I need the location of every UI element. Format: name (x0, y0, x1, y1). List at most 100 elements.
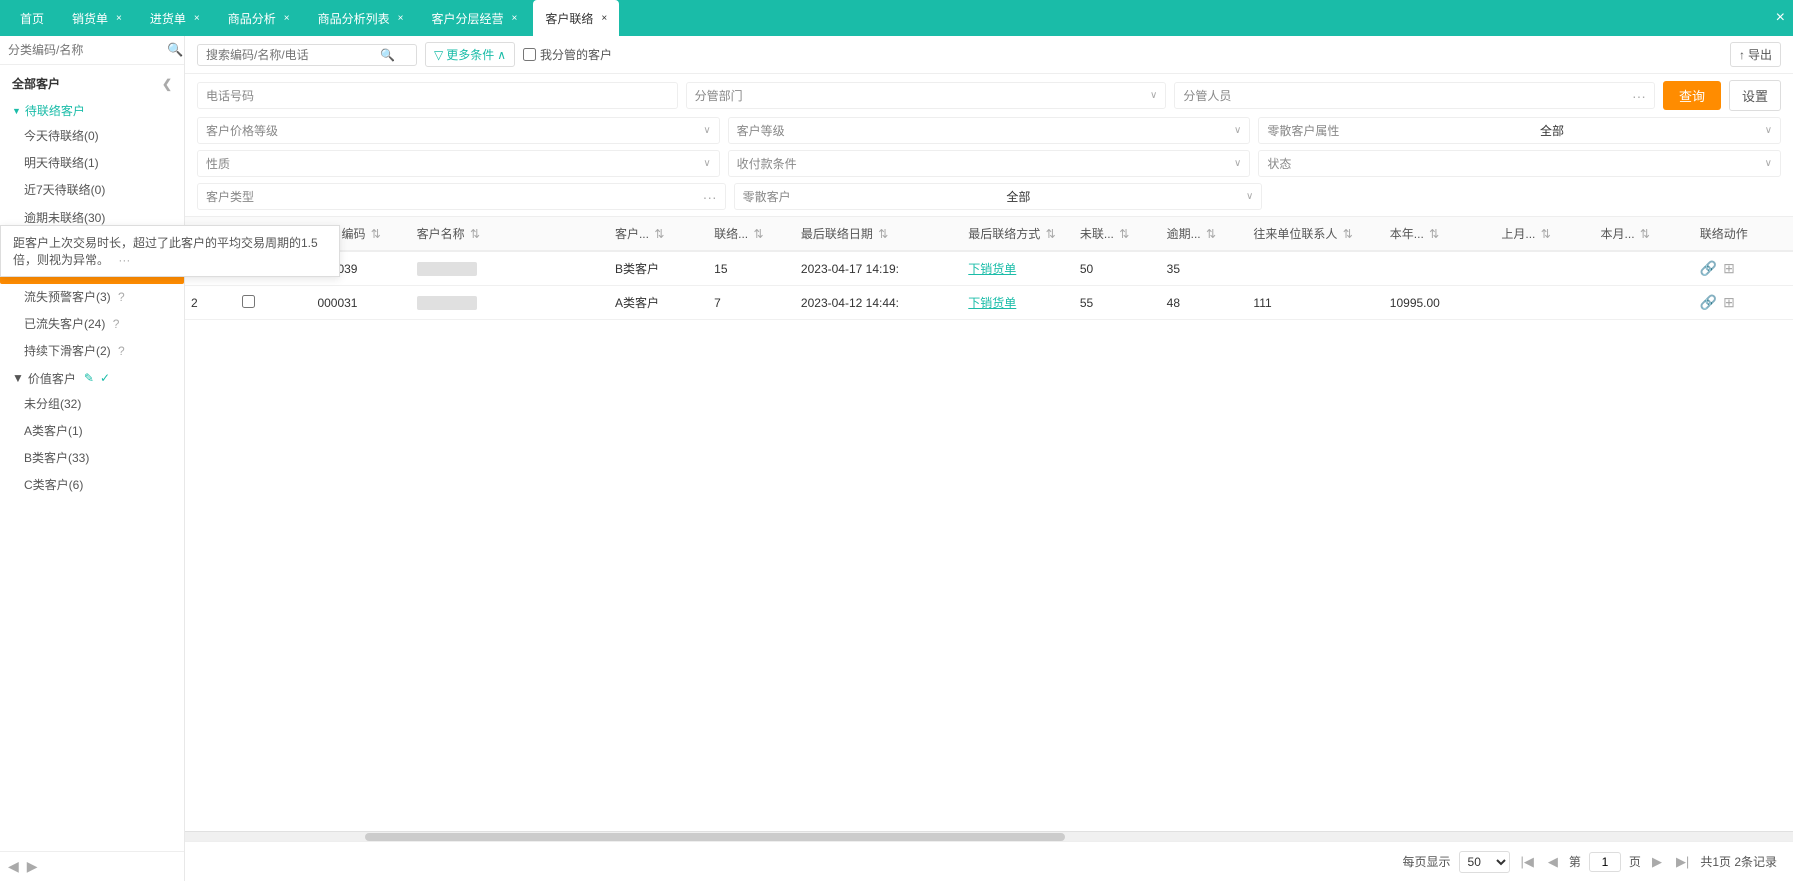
sidebar-search-icon[interactable]: 🔍 (167, 42, 183, 58)
sidebar-item-today[interactable]: 今天待联络(0) (0, 123, 184, 150)
row1-name (411, 251, 609, 286)
my-customers-checkbox[interactable] (523, 48, 536, 61)
h-scroll-bar[interactable] (185, 831, 1793, 841)
row1-link-icon[interactable]: 🔗 (1700, 260, 1717, 277)
my-customers-wrap[interactable]: 我分管的客户 (523, 46, 612, 63)
close-customer-contact-tab[interactable]: × (601, 13, 607, 24)
row1-overdue: 35 (1161, 251, 1248, 286)
row2-last-date: 2023-04-12 14:44: (795, 286, 962, 320)
row2-last-method[interactable]: 下销货单 (962, 286, 1074, 320)
query-btn[interactable]: 查询 (1663, 81, 1721, 110)
th-type[interactable]: 客户... ⇅ (609, 217, 708, 251)
th-this-year[interactable]: 本年... ⇅ (1384, 217, 1496, 251)
close-all-button[interactable]: × (1776, 9, 1785, 27)
row1-last-month (1495, 251, 1594, 286)
row1-contact: 15 (708, 251, 795, 286)
th-unlink[interactable]: 未联... ⇅ (1074, 217, 1161, 251)
search-icon-btn[interactable]: 🔍 (380, 48, 395, 62)
filter-phone[interactable]: 电话号码 (197, 82, 678, 109)
sidebar-item-declining[interactable]: 持续下滑客户(2) ? (0, 338, 184, 365)
sidebar-item-b-class[interactable]: B类客户(33) (0, 445, 184, 472)
edit-icon[interactable]: ✎ (84, 371, 94, 385)
more-conditions-btn[interactable]: ▽ 更多条件 ∧ (425, 42, 515, 67)
sidebar-item-a-class[interactable]: A类客户(1) (0, 418, 184, 445)
sidebar-all-customers[interactable]: 全部客户 ❮ (0, 69, 184, 98)
expand-icon3: ▼ (12, 371, 24, 385)
sidebar-item-ungroup[interactable]: 未分组(32) (0, 391, 184, 418)
sidebar-item-c-class[interactable]: C类客户(6) (0, 472, 184, 499)
th-this-month[interactable]: 本月... ⇅ (1595, 217, 1694, 251)
th-contact[interactable]: 联络... ⇅ (708, 217, 795, 251)
question-icon3: ? (118, 290, 125, 304)
th-last-method[interactable]: 最后联络方式 ⇅ (962, 217, 1074, 251)
row1-grid-icon[interactable]: ⊞ (1723, 260, 1735, 277)
search-input[interactable] (206, 48, 376, 62)
filter-gender[interactable]: 性质 ∨ (197, 150, 720, 177)
filter-customer-type[interactable]: 客户类型 ··· (197, 183, 726, 210)
sidebar-item-7days[interactable]: 近7天待联络(0) (0, 177, 184, 204)
sidebar-left-arrow[interactable]: ◀ (8, 858, 19, 875)
th-partner[interactable]: 往来单位联系人 ⇅ (1247, 217, 1383, 251)
page-input[interactable] (1589, 852, 1621, 872)
per-page-label: 每页显示 (1403, 853, 1451, 870)
last-page-btn[interactable]: ▶| (1673, 854, 1692, 870)
customer-table: ⚙ 客户编码 ⇅ 客户名称 ⇅ 客户... ⇅ (185, 217, 1793, 320)
filter-person[interactable]: 分管人员 ··· (1174, 82, 1655, 109)
export-btn[interactable]: ↑ 导出 (1730, 42, 1781, 67)
filter-retail-attr[interactable]: 零散客户属性 全部 ∨ (1258, 117, 1781, 144)
th-overdue[interactable]: 逾期... ⇅ (1161, 217, 1248, 251)
row2-contact: 7 (708, 286, 795, 320)
nav-tab-customer-contact[interactable]: 客户联络 × (533, 0, 619, 36)
sidebar-item-tomorrow[interactable]: 明天待联络(1) (0, 150, 184, 177)
filter-price-grade[interactable]: 客户价格等级 ∨ (197, 117, 720, 144)
filter-status[interactable]: 状态 ∨ (1258, 150, 1781, 177)
row2-this-month (1595, 286, 1694, 320)
customer-grade-arrow: ∨ (1234, 125, 1241, 136)
nav-tab-sales[interactable]: 销货单 × (60, 0, 134, 36)
th-name[interactable]: 客户名称 ⇅ (411, 217, 609, 251)
sort-name: ⇅ (470, 227, 480, 241)
page-size-select[interactable]: 50 100 200 (1459, 851, 1510, 873)
close-goods-analysis-tab[interactable]: × (284, 13, 290, 24)
row2-grid-icon[interactable]: ⊞ (1723, 294, 1735, 311)
main-layout: 🔍 全部客户 ❮ ▼ 待联络客户 今天待联络(0) 明天待联络(1) 近7天待联… (0, 36, 1793, 881)
close-customer-layer-tab[interactable]: × (511, 13, 517, 24)
sidebar-item-lost[interactable]: 已流失客户(24) ? (0, 311, 184, 338)
check-icon[interactable]: ✓ (100, 371, 110, 385)
row1-last-method[interactable]: 下销货单 (962, 251, 1074, 286)
row2-name (411, 286, 609, 320)
sidebar-section-pending[interactable]: ▼ 待联络客户 (0, 98, 184, 123)
sidebar-item-loss-warning[interactable]: 流失预警客户(3) ? (0, 284, 184, 311)
filter-payment[interactable]: 收付款条件 ∨ (728, 150, 1251, 177)
sidebar-search-input[interactable] (8, 43, 163, 57)
th-last-month[interactable]: 上月... ⇅ (1495, 217, 1594, 251)
close-goods-list-tab[interactable]: × (398, 13, 404, 24)
nav-tab-goods-analysis[interactable]: 商品分析 × (216, 0, 302, 36)
person-dots: ··· (1632, 88, 1646, 104)
th-last-date[interactable]: 最后联络日期 ⇅ (795, 217, 962, 251)
filter-dept[interactable]: 分管部门 ∨ (686, 82, 1167, 109)
nav-tab-goods-analysis-list[interactable]: 商品分析列表 × (306, 0, 416, 36)
h-scroll-thumb[interactable] (365, 833, 1065, 841)
close-purchase-tab[interactable]: × (194, 13, 200, 24)
settings-btn[interactable]: 设置 (1729, 80, 1781, 111)
next-page-btn[interactable]: ▶ (1649, 854, 1665, 870)
nav-tab-customer-layer[interactable]: 客户分层经营 × (419, 0, 529, 36)
close-sales-tab[interactable]: × (116, 13, 122, 24)
filter-retail-customer[interactable]: 零散客户 全部 ∨ (734, 183, 1263, 210)
row2-check[interactable] (230, 286, 267, 320)
sort-last-month: ⇅ (1541, 227, 1551, 241)
row2-checkbox[interactable] (242, 295, 255, 308)
filter-customer-grade[interactable]: 客户等级 ∨ (728, 117, 1251, 144)
prev-page-btn[interactable]: ◀ (1545, 854, 1561, 870)
dept-down-arrow: ∨ (1150, 90, 1157, 101)
filter-row-4: 客户类型 ··· 零散客户 全部 ∨ (197, 183, 1781, 210)
nav-tab-purchase[interactable]: 进货单 × (138, 0, 212, 36)
row2-link-icon[interactable]: 🔗 (1700, 294, 1717, 311)
total-page-label: 页 (1629, 853, 1641, 870)
first-page-btn[interactable]: |◀ (1518, 854, 1537, 870)
row1-last-date: 2023-04-17 14:19: (795, 251, 962, 286)
sidebar-section-value[interactable]: ▼ 价值客户 ✎ ✓ (0, 366, 184, 391)
nav-tab-home[interactable]: 首页 (8, 0, 56, 36)
sidebar-right-arrow[interactable]: ▶ (27, 858, 38, 875)
